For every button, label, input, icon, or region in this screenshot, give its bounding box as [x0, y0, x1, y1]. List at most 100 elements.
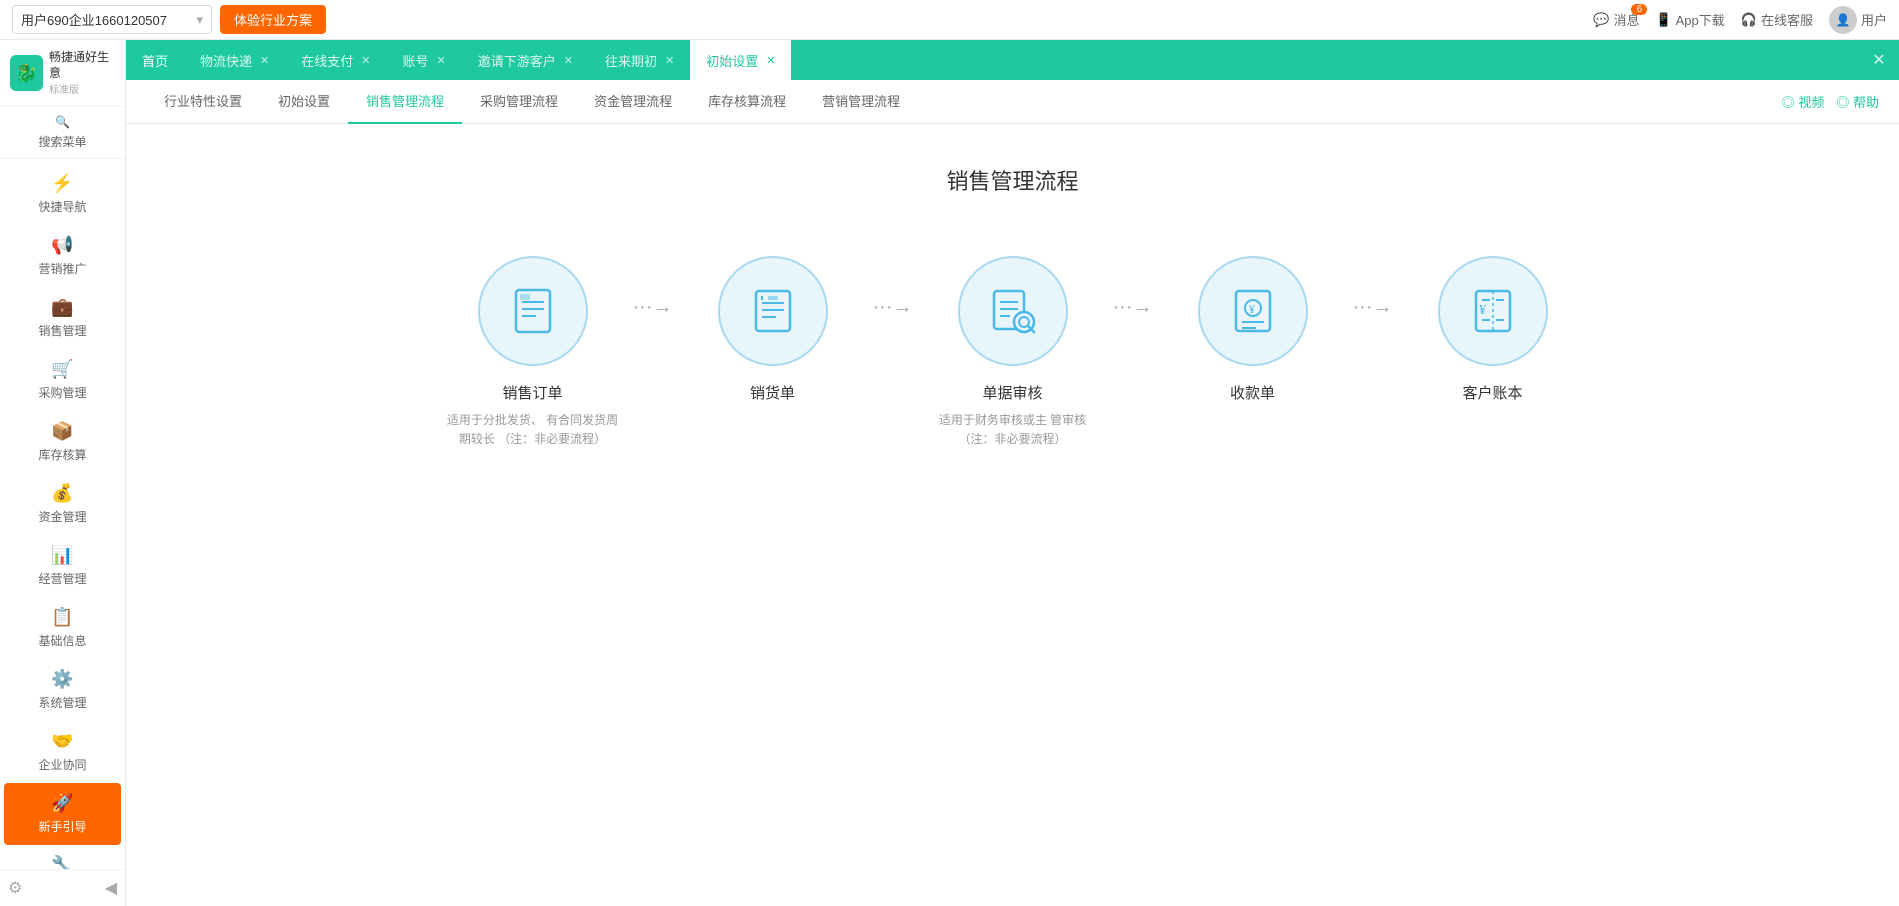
logo-text-block: 畅捷通好生意 标准版	[49, 50, 115, 96]
nav-tab-物流快递[interactable]: 物流快递 ✕	[184, 40, 285, 80]
search-menu-button[interactable]: 🔍 搜索菜单	[0, 107, 125, 159]
sub-tab-库存核算流程[interactable]: 库存核算流程	[690, 80, 804, 124]
sub-tab-action-0[interactable]: ◎ 视频	[1782, 92, 1825, 111]
flow-step-label-sales-invoice: 销货单	[750, 382, 795, 403]
flow-arrow-1: ···→	[863, 256, 923, 319]
sub-tab-营销管理流程[interactable]: 营销管理流程	[804, 80, 918, 124]
user-selector[interactable]: 用户690企业1660120507 ▾	[12, 5, 212, 34]
sidebar-icon-4: 📦	[51, 421, 73, 442]
sidebar-item-销售管理[interactable]: 💼销售管理	[4, 287, 121, 349]
nav-tab-label-2: 在线支付	[301, 51, 353, 70]
sidebar-icon-3: 🛒	[51, 359, 73, 380]
sidebar-label-8: 系统管理	[38, 694, 86, 711]
sidebar-icon-0: ⚡	[51, 173, 73, 194]
sidebar-label-6: 经营管理	[38, 570, 86, 587]
experience-button[interactable]: 体验行业方案	[220, 5, 326, 34]
sidebar-nav: ⚡ 快捷导航 📢营销推广💼销售管理 🛒 采购管理 📦 库存核算 💰资金管理📊经营管理📋基础信息…	[0, 159, 125, 869]
flow-step-desc-sales-order: 适用于分批发货、 有合同发货周期较长 （注：非必要流程）	[443, 411, 623, 449]
flow-step-desc-doc-review: 适用于财务审核或主 管审核 （注：非必要流程）	[923, 411, 1103, 449]
collapse-icon[interactable]: ◀	[105, 878, 117, 898]
sidebar-item-经营管理[interactable]: 📊经营管理	[4, 535, 121, 597]
sidebar-item-快捷导航[interactable]: ⚡ 快捷导航	[4, 163, 121, 225]
sub-tab-行业特性设置[interactable]: 行业特性设置	[146, 80, 260, 124]
search-icon: 🔍	[55, 115, 70, 129]
top-bar-left: 用户690企业1660120507 ▾ 体验行业方案	[12, 5, 326, 34]
headset-icon: 🎧	[1741, 12, 1757, 28]
flow-circle-sales-invoice	[718, 256, 828, 366]
sidebar-label-0: 快捷导航	[38, 198, 86, 215]
message-badge: 6	[1631, 4, 1647, 15]
flow-step-label-receipt: 收款单	[1230, 382, 1275, 403]
logo-tag: 标准版	[49, 81, 115, 96]
dropdown-arrow-icon: ▾	[196, 12, 203, 28]
sub-tabs: 行业特性设置初始设置销售管理流程采购管理流程资金管理流程库存核算流程营销管理流程…	[126, 80, 1899, 124]
nav-tab-label-5: 往来期初	[605, 51, 657, 70]
flow-arrow-3: ···→	[1343, 256, 1403, 319]
nav-tab-close-4[interactable]: ✕	[564, 54, 573, 67]
sidebar-icon-9: 🤝	[51, 731, 73, 752]
flow-step-customer-ledger[interactable]: ¥ 客户账本	[1403, 256, 1583, 411]
sidebar-label-1: 营销推广	[38, 260, 86, 277]
sidebar-label-5: 资金管理	[38, 508, 86, 525]
sidebar: 🐉 畅捷通好生意 标准版 🔍 搜索菜单 ⚡ 快捷导航 📢营销推广💼销售管理 🛒 采购管理…	[0, 40, 126, 906]
sidebar-item-营销推广[interactable]: 📢营销推广	[4, 225, 121, 287]
nav-tab-账号[interactable]: 账号✕	[386, 40, 461, 80]
flow-arrow-0: ···→	[623, 256, 683, 319]
sidebar-label-4: 库存核算	[38, 446, 86, 463]
nav-tabs: 首页物流快递✕在线支付✕账号✕邀请下游客户✕往来期初✕初始设置✕✕	[126, 40, 1899, 80]
nav-tab-邀请下游客户[interactable]: 邀请下游客户✕	[462, 40, 589, 80]
sidebar-item-采购管理[interactable]: 🛒 采购管理	[4, 349, 121, 411]
sub-tab-销售管理流程[interactable]: 销售管理流程	[348, 80, 462, 124]
logo-icon: 🐉	[10, 55, 43, 91]
nav-tab-在线支付[interactable]: 在线支付 ✕	[285, 40, 386, 80]
sidebar-item-库存核算[interactable]: 📦 库存核算	[4, 411, 121, 473]
user-label: 用户690企业1660120507	[21, 13, 167, 28]
flow-step-sales-invoice[interactable]: 销货单	[683, 256, 863, 411]
sidebar-item-基础信息[interactable]: 📋基础信息	[4, 597, 121, 659]
nav-close-all-button[interactable]: ✕	[1859, 40, 1899, 80]
flow-step-label-sales-order: 销售订单	[502, 382, 562, 403]
sidebar-item-应用中心[interactable]: 🔧应用中心	[4, 845, 121, 869]
flow-step-doc-review[interactable]: 单据审核适用于财务审核或主 管审核 （注：非必要流程）	[923, 256, 1103, 449]
sub-tab-采购管理流程[interactable]: 采购管理流程	[462, 80, 576, 124]
page-content: 行业特性设置初始设置销售管理流程采购管理流程资金管理流程库存核算流程营销管理流程…	[126, 80, 1899, 906]
app-layout: 🐉 畅捷通好生意 标准版 🔍 搜索菜单 ⚡ 快捷导航 📢营销推广💼销售管理 🛒 采购管理…	[0, 40, 1899, 906]
flow-step-label-customer-ledger: 客户账本	[1462, 382, 1522, 403]
sidebar-label-3: 采购管理	[38, 384, 86, 401]
nav-tab-label-1: 物流快递	[200, 51, 252, 70]
sidebar-item-新手引导[interactable]: 🚀新手引导	[4, 783, 121, 845]
nav-tab-close-5[interactable]: ✕	[665, 54, 674, 67]
online-service-button[interactable]: 🎧 在线客服	[1741, 10, 1813, 29]
flow-step-receipt[interactable]: ¥ 收款单	[1163, 256, 1343, 411]
main-content: 首页物流快递✕在线支付✕账号✕邀请下游客户✕往来期初✕初始设置✕✕ 行业特性设置…	[126, 40, 1899, 906]
sidebar-item-系统管理[interactable]: ⚙️系统管理	[4, 659, 121, 721]
nav-tab-close-1[interactable]: ✕	[260, 54, 269, 67]
sub-tabs-left: 行业特性设置初始设置销售管理流程采购管理流程资金管理流程库存核算流程营销管理流程	[146, 80, 918, 124]
flow-arrow-2: ···→	[1103, 256, 1163, 319]
sub-tab-action-1[interactable]: ◎ 帮助	[1836, 92, 1879, 111]
page-title: 销售管理流程	[946, 164, 1078, 196]
flow-circle-sales-order	[478, 256, 588, 366]
online-service-label: 在线客服	[1761, 10, 1813, 29]
sidebar-icon-10: 🚀	[51, 793, 73, 814]
app-download-label: App下载	[1676, 10, 1725, 29]
nav-tab-close-2[interactable]: ✕	[361, 54, 370, 67]
nav-tab-首页[interactable]: 首页	[126, 40, 184, 80]
nav-tab-初始设置[interactable]: 初始设置✕	[690, 40, 791, 80]
sub-tab-初始设置[interactable]: 初始设置	[260, 80, 348, 124]
sidebar-item-资金管理[interactable]: 💰资金管理	[4, 473, 121, 535]
flow-step-sales-order[interactable]: 销售订单适用于分批发货、 有合同发货周期较长 （注：非必要流程）	[443, 256, 623, 449]
app-download-button[interactable]: 📱 App下载	[1655, 10, 1724, 29]
nav-tab-close-6[interactable]: ✕	[766, 54, 775, 67]
flow-step-label-doc-review: 单据审核	[982, 382, 1042, 403]
nav-tab-close-3[interactable]: ✕	[437, 54, 446, 67]
sub-tab-资金管理流程[interactable]: 资金管理流程	[576, 80, 690, 124]
message-button[interactable]: 💬 6 消息	[1593, 10, 1639, 29]
settings-icon[interactable]: ⚙	[8, 878, 22, 898]
nav-tab-往来期初[interactable]: 往来期初 ✕	[589, 40, 690, 80]
flow-circle-doc-review	[958, 256, 1068, 366]
user-profile-button[interactable]: 👤 用户	[1829, 6, 1887, 34]
sidebar-icon-2: 💼	[51, 297, 73, 318]
sidebar-item-企业协同[interactable]: 🤝企业协同	[4, 721, 121, 783]
flow-circle-customer-ledger: ¥	[1438, 256, 1548, 366]
